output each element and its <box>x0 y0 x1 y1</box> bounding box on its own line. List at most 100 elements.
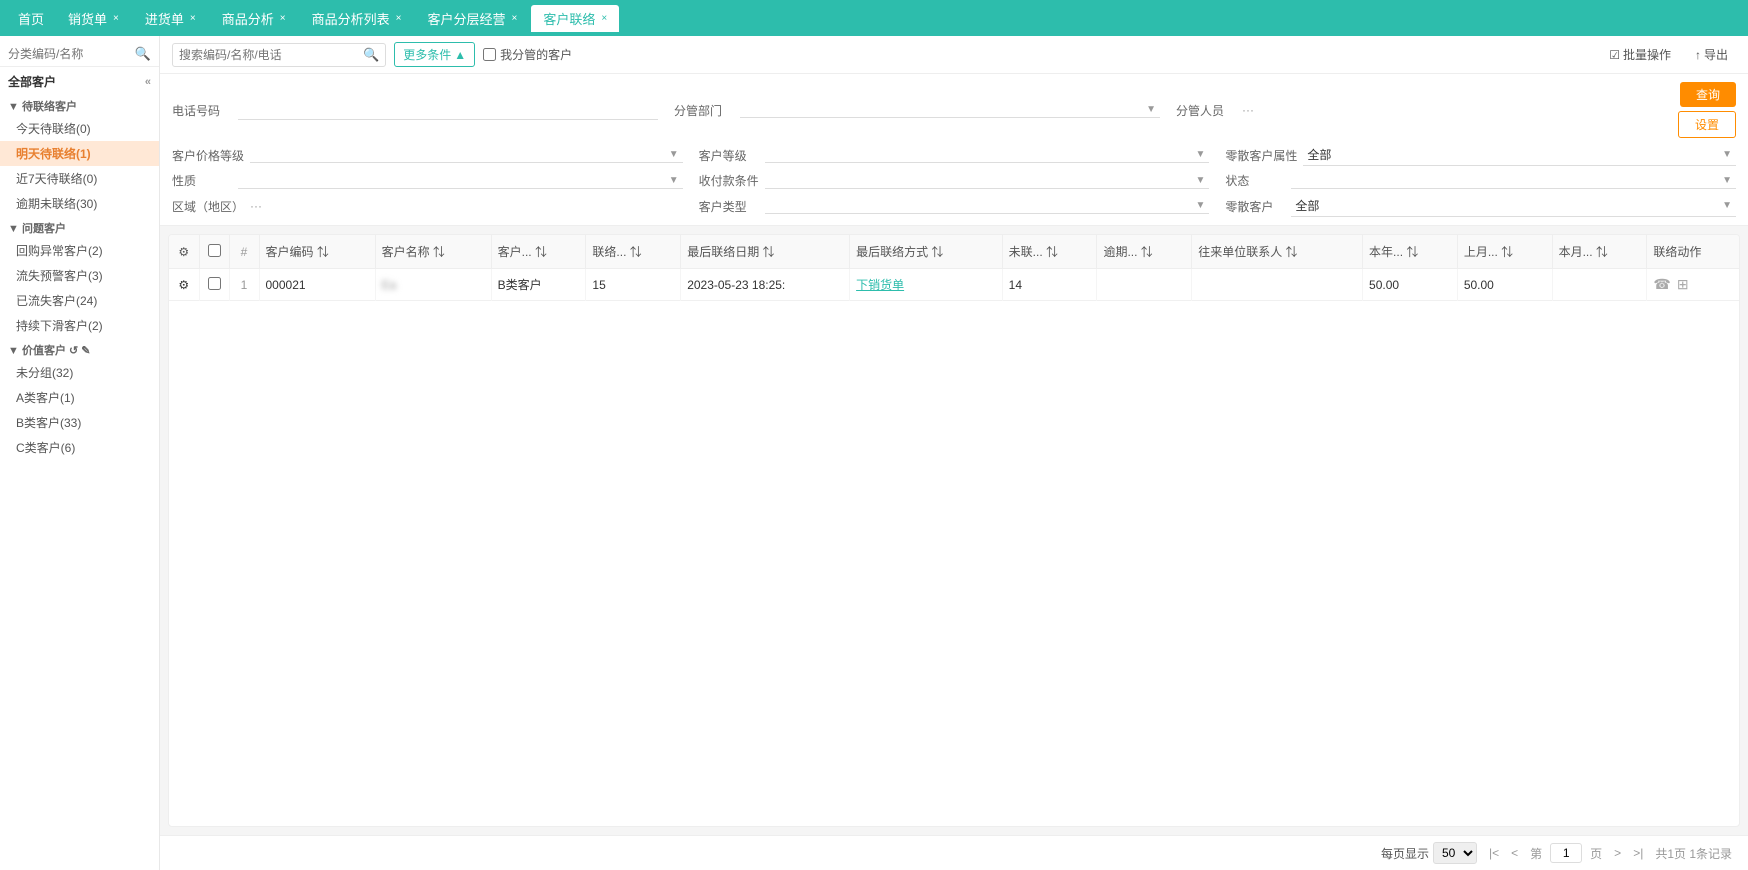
nav-item-customer-layer[interactable]: 客户分层经营 × <box>415 5 529 32</box>
customer-level-select[interactable]: ▼ <box>765 147 1210 163</box>
zero-customer-select[interactable]: 全部 ▼ <box>1291 195 1736 217</box>
sidebar-item-declining[interactable]: 持续下滑客户(2) <box>0 313 159 338</box>
col-customer-name-header[interactable]: 客户名称 ⇅ <box>375 235 491 269</box>
sidebar-item-7days[interactable]: 近7天待联络(0) <box>0 166 159 191</box>
col-last-contact-date-header[interactable]: 最后联络日期 ⇅ <box>681 235 850 269</box>
last-page-button[interactable]: >| <box>1629 844 1647 862</box>
all-customers-section: 全部客户 « <box>0 67 159 94</box>
total-info: 共1页 1条记录 <box>1655 845 1732 862</box>
sidebar-item-churned[interactable]: 已流失客户(24) <box>0 288 159 313</box>
filter-manager: 分管人员 ··· <box>1176 102 1662 119</box>
sidebar-item-tomorrow[interactable]: 明天待联络(1) <box>0 141 159 166</box>
export-button[interactable]: ↑ 导出 <box>1687 43 1736 66</box>
search-box: 🔍 <box>172 43 386 67</box>
close-icon[interactable]: × <box>511 13 517 24</box>
col-checkbox-header[interactable] <box>199 235 229 269</box>
sidebar-item-b-class[interactable]: B类客户(33) <box>0 410 159 435</box>
nav-item-analysis-list[interactable]: 商品分析列表 × <box>300 5 414 32</box>
close-icon[interactable]: × <box>396 13 402 24</box>
col-this-month-header[interactable]: 本月... ⇅ <box>1552 235 1647 269</box>
filter-region: 区域（地区） ··· <box>172 198 683 215</box>
row-last-contact-method[interactable]: 下销货单 <box>850 269 1003 301</box>
menu-icon[interactable]: ⊞ <box>1677 276 1689 293</box>
row-this-year: 50.00 <box>1363 269 1458 301</box>
sidebar-item-ungrouped[interactable]: 未分组(32) <box>0 360 159 385</box>
col-gear[interactable]: ⚙ <box>169 235 199 269</box>
my-customers-checkbox[interactable] <box>483 48 496 61</box>
sidebar-item-c-class[interactable]: C类客户(6) <box>0 435 159 460</box>
page-number-input[interactable] <box>1550 843 1582 863</box>
row-gear[interactable]: ⚙ <box>169 269 199 301</box>
row-select-checkbox[interactable] <box>208 277 221 290</box>
search-input[interactable] <box>179 48 359 62</box>
dept-select[interactable]: ▼ <box>740 102 1160 118</box>
filter-bar: 🔍 更多条件 ▲ 我分管的客户 ☑ 批量操作 ↑ 导出 <box>160 36 1748 74</box>
top-navigation: 首页 销货单 × 进货单 × 商品分析 × 商品分析列表 × 客户分层经营 × … <box>0 0 1748 36</box>
query-button[interactable]: 查询 <box>1680 82 1736 107</box>
my-customers-checkbox-label[interactable]: 我分管的客户 <box>483 46 572 63</box>
close-icon[interactable]: × <box>280 13 286 24</box>
filter-zero-customer: 零散客户 全部 ▼ <box>1225 195 1736 217</box>
col-last-month-header[interactable]: 上月... ⇅ <box>1457 235 1552 269</box>
col-overdue-header[interactable]: 逾期... ⇅ <box>1097 235 1192 269</box>
manager-dots-button[interactable]: ··· <box>1242 103 1254 117</box>
nav-item-purchase[interactable]: 进货单 × <box>133 5 208 32</box>
reset-button[interactable]: 设置 <box>1678 111 1736 138</box>
row-contacts: 15 <box>586 269 681 301</box>
gender-select[interactable]: ▼ <box>238 173 683 189</box>
sidebar-item-churn-warning[interactable]: 流失预警客户(3) <box>0 263 159 288</box>
nav-item-customer-contact[interactable]: 客户联络 × <box>531 5 619 32</box>
col-not-contacted-header[interactable]: 未联... ⇅ <box>1002 235 1097 269</box>
row-last-month: 50.00 <box>1457 269 1552 301</box>
close-icon[interactable]: × <box>601 13 607 24</box>
chevron-down-icon: ▼ <box>1722 200 1732 211</box>
sidebar-group-problem: ▼ 问题客户 <box>0 216 159 238</box>
col-unit-contact-header[interactable]: 往来单位联系人 ⇅ <box>1192 235 1363 269</box>
search-icon[interactable]: 🔍 <box>363 47 379 63</box>
col-last-contact-method-header[interactable]: 最后联络方式 ⇅ <box>850 235 1003 269</box>
nav-item-analysis[interactable]: 商品分析 × <box>210 5 298 32</box>
filter-actions: 查询 设置 <box>1678 82 1736 138</box>
collapse-icon[interactable]: « <box>145 76 151 88</box>
col-contacts-header[interactable]: 联络... ⇅ <box>586 235 681 269</box>
close-icon[interactable]: × <box>113 13 119 24</box>
customer-type-select[interactable]: ▼ <box>765 198 1210 214</box>
select-all-checkbox[interactable] <box>208 244 221 257</box>
chevron-down-icon: ▼ <box>1146 104 1156 115</box>
close-icon[interactable]: × <box>190 13 196 24</box>
row-checkbox[interactable] <box>199 269 229 301</box>
sidebar-item-overdue[interactable]: 逾期未联络(30) <box>0 191 159 216</box>
page-size-select[interactable]: 50 <box>1433 842 1477 864</box>
col-this-year-header[interactable]: 本年... ⇅ <box>1363 235 1458 269</box>
nav-home[interactable]: 首页 <box>8 5 54 32</box>
filter-dept: 分管部门 ▼ <box>674 102 1160 119</box>
col-no-header: # <box>229 235 259 269</box>
region-dots-button[interactable]: ··· <box>250 199 262 213</box>
next-page-button[interactable]: > <box>1610 844 1625 862</box>
prev-page-button[interactable]: < <box>1507 844 1522 862</box>
zero-sale-attr-select[interactable]: 全部 ▼ <box>1303 144 1736 166</box>
payment-select[interactable]: ▼ <box>765 173 1210 189</box>
search-icon[interactable]: 🔍 <box>135 46 151 62</box>
sidebar-search-input[interactable] <box>8 47 131 61</box>
first-page-button[interactable]: |< <box>1485 844 1503 862</box>
sidebar: 🔍 全部客户 « ▼ 待联络客户 今天待联络(0) 明天待联络(1) 近7天待联… <box>0 36 160 870</box>
content-area: 🔍 更多条件 ▲ 我分管的客户 ☑ 批量操作 ↑ 导出 <box>160 36 1748 870</box>
sidebar-item-a-class[interactable]: A类客户(1) <box>0 385 159 410</box>
row-this-month <box>1552 269 1647 301</box>
chevron-up-icon: ▲ <box>454 48 466 62</box>
sidebar-item-repurchase-abnormal[interactable]: 回购异常客户(2) <box>0 238 159 263</box>
more-conditions-button[interactable]: 更多条件 ▲ <box>394 42 475 67</box>
table-row: ⚙ 1 000021 Ea B类客户 15 2023-05-23 18:25: … <box>169 269 1739 301</box>
col-customer-code-header[interactable]: 客户编码 ⇅ <box>259 235 375 269</box>
col-customer-type-header[interactable]: 客户... ⇅ <box>491 235 586 269</box>
call-icon[interactable]: ☎ <box>1653 276 1670 293</box>
chevron-down-icon: ▼ <box>1195 149 1205 160</box>
nav-item-sales[interactable]: 销货单 × <box>56 5 131 32</box>
filter-phone: 电话号码 <box>172 101 658 120</box>
batch-operation-button[interactable]: ☑ 批量操作 <box>1601 43 1679 66</box>
phone-input[interactable] <box>238 101 658 120</box>
sidebar-item-today[interactable]: 今天待联络(0) <box>0 116 159 141</box>
price-level-select[interactable]: ▼ <box>250 147 683 163</box>
status-select[interactable]: ▼ <box>1291 173 1736 189</box>
